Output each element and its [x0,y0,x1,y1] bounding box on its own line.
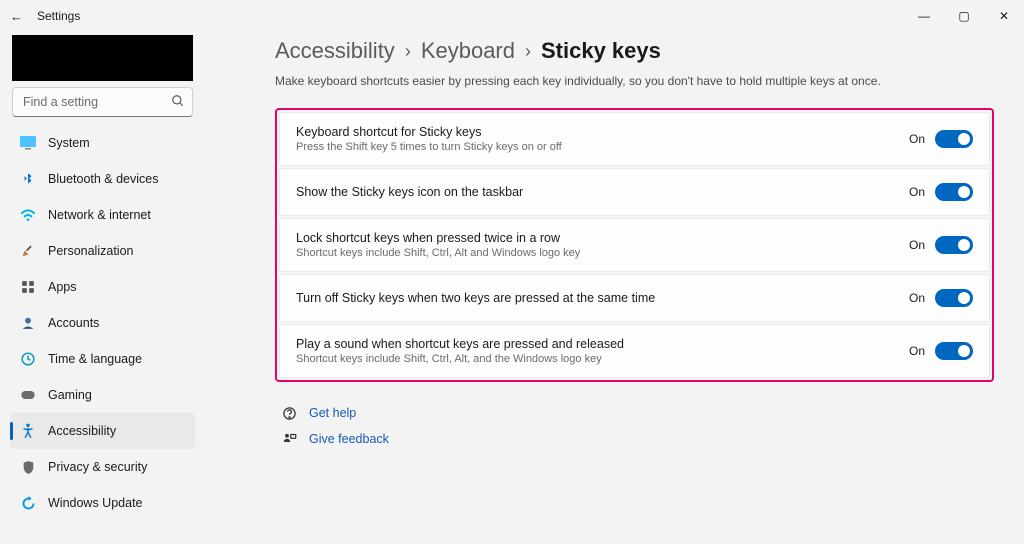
search-input[interactable] [12,87,193,117]
search-icon [171,94,185,113]
setting-subtitle: Press the Shift key 5 times to turn Stic… [296,141,562,153]
restore-button[interactable]: ▢ [944,0,984,32]
gaming-icon [20,387,36,403]
setting-play-sound: Play a sound when shortcut keys are pres… [279,324,990,378]
sidebar-item-label: Bluetooth & devices [48,172,159,186]
main-content: Accessibility › Keyboard › Sticky keys M… [205,32,1024,544]
time-icon [20,351,36,367]
sidebar-item-label: Privacy & security [48,460,147,474]
sidebar-item-bluetooth[interactable]: Bluetooth & devices [10,161,195,197]
sidebar-item-time[interactable]: Time & language [10,341,195,377]
sidebar-item-accounts[interactable]: Accounts [10,305,195,341]
sidebar-item-label: Time & language [48,352,142,366]
setting-title: Turn off Sticky keys when two keys are p… [296,291,655,305]
sidebar-item-update[interactable]: Windows Update [10,485,195,521]
update-icon [20,495,36,511]
sidebar-item-label: Personalization [48,244,133,258]
help-icon [281,405,297,421]
link-label: Get help [309,406,356,420]
give-feedback-link[interactable]: Give feedback [281,426,994,452]
link-label: Give feedback [309,432,389,446]
setting-title: Play a sound when shortcut keys are pres… [296,337,624,351]
setting-turn-off-two-keys: Turn off Sticky keys when two keys are p… [279,274,990,322]
back-button[interactable]: ← [10,9,23,24]
setting-taskbar-icon: Show the Sticky keys icon on the taskbar… [279,168,990,216]
toggle-state-label: On [909,132,925,146]
toggle-state-label: On [909,185,925,199]
toggle-switch[interactable] [935,183,973,201]
toggle-state-label: On [909,238,925,252]
system-icon [20,135,36,151]
sidebar-item-label: System [48,136,90,150]
apps-icon [20,279,36,295]
page-description: Make keyboard shortcuts easier by pressi… [275,74,994,88]
toggle-switch[interactable] [935,289,973,307]
close-button[interactable]: ✕ [984,0,1024,32]
toggle-state-label: On [909,344,925,358]
breadcrumb: Accessibility › Keyboard › Sticky keys [275,38,994,64]
personalization-icon [20,243,36,259]
settings-group: Keyboard shortcut for Sticky keys Press … [275,108,994,382]
sidebar-item-system[interactable]: System [10,125,195,161]
setting-title: Keyboard shortcut for Sticky keys [296,125,562,139]
setting-title: Lock shortcut keys when pressed twice in… [296,231,580,245]
get-help-link[interactable]: Get help [281,400,994,426]
titlebar: ← Settings — ▢ ✕ [0,0,1024,32]
setting-keyboard-shortcut: Keyboard shortcut for Sticky keys Press … [279,112,990,166]
sidebar-item-gaming[interactable]: Gaming [10,377,195,413]
sidebar-item-network[interactable]: Network & internet [10,197,195,233]
sidebar-item-label: Network & internet [48,208,151,222]
crumb-accessibility[interactable]: Accessibility [275,38,395,64]
toggle-switch[interactable] [935,342,973,360]
app-title: Settings [37,9,80,23]
shield-icon [20,459,36,475]
bluetooth-icon [20,171,36,187]
setting-lock-shortcut: Lock shortcut keys when pressed twice in… [279,218,990,272]
accessibility-icon [20,423,36,439]
sidebar-item-personalization[interactable]: Personalization [10,233,195,269]
toggle-switch[interactable] [935,236,973,254]
sidebar-item-apps[interactable]: Apps [10,269,195,305]
minimize-button[interactable]: — [904,0,944,32]
network-icon [20,207,36,223]
crumb-keyboard[interactable]: Keyboard [421,38,515,64]
sidebar-item-label: Apps [48,280,77,294]
setting-subtitle: Shortcut keys include Shift, Ctrl, Alt, … [296,353,624,365]
crumb-current: Sticky keys [541,38,661,64]
sidebar-item-label: Windows Update [48,496,143,510]
sidebar-item-privacy[interactable]: Privacy & security [10,449,195,485]
sidebar: System Bluetooth & devices Network & int… [0,32,205,544]
feedback-icon [281,431,297,447]
sidebar-item-label: Accessibility [48,424,116,438]
sidebar-item-accessibility[interactable]: Accessibility [10,413,195,449]
sidebar-item-label: Accounts [48,316,99,330]
user-account-block[interactable] [12,35,193,81]
sidebar-item-label: Gaming [48,388,92,402]
toggle-state-label: On [909,291,925,305]
toggle-switch[interactable] [935,130,973,148]
setting-subtitle: Shortcut keys include Shift, Ctrl, Alt a… [296,247,580,259]
chevron-right-icon: › [405,41,411,62]
chevron-right-icon: › [525,41,531,62]
accounts-icon [20,315,36,331]
setting-title: Show the Sticky keys icon on the taskbar [296,185,523,199]
